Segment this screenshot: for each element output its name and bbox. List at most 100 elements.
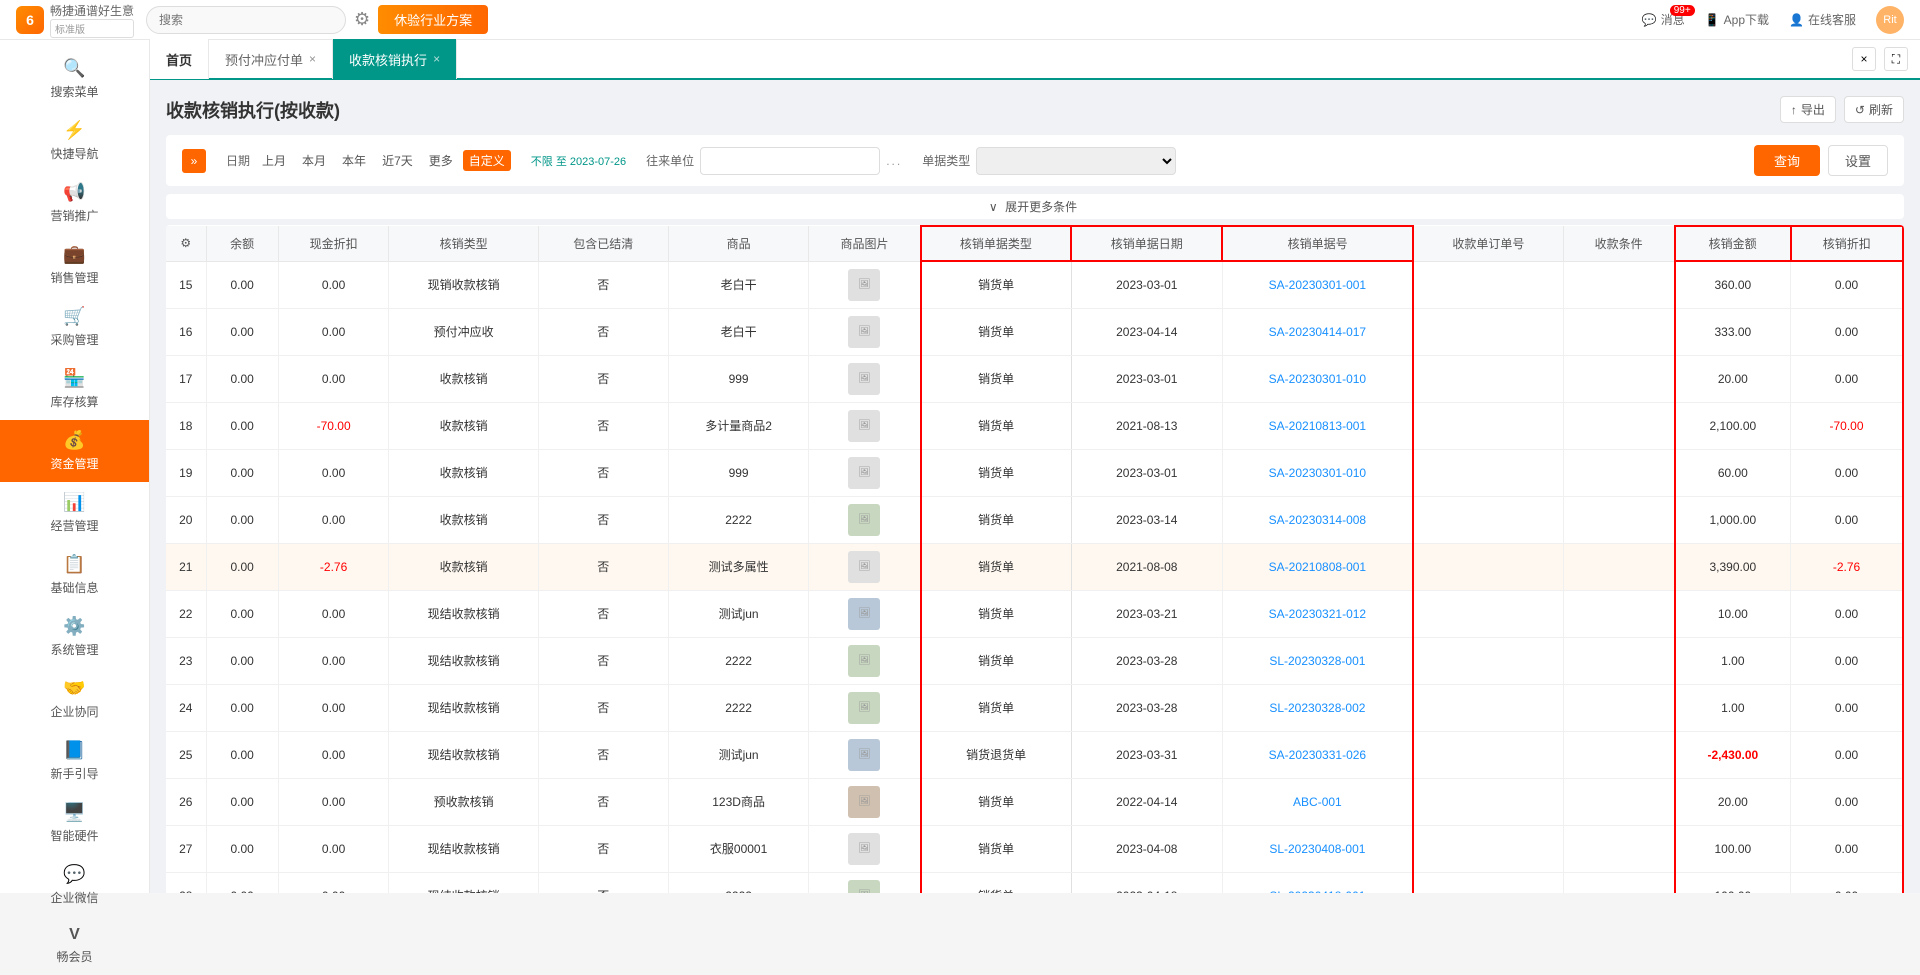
cell-cash-discount: 0.00 [278,261,389,308]
sidebar-item-enterprise[interactable]: 🤝 企业协同 [0,668,149,730]
tab-close-btn[interactable]: × [1852,47,1876,71]
tab-prepay[interactable]: 预付冲应付单 × [209,39,333,79]
tab-expand-btn[interactable]: ⛶ [1884,47,1908,71]
industry-btn[interactable]: 休验行业方案 [378,5,488,34]
top-bar-right: 💬 消息 99+ 📱 App下载 👤 在线客服 Rit [1642,6,1904,34]
cell-include-settled: 否 [538,261,668,308]
message-btn[interactable]: 💬 消息 99+ [1642,11,1685,28]
cell-receipt-order [1413,731,1563,778]
page-actions: ↑ 导出 ↺ 刷新 [1780,96,1904,123]
cell-cancel-bill-date: 2023-04-08 [1071,825,1222,872]
tab-receipt[interactable]: 收款核销执行 × [333,39,457,79]
bill-no-link[interactable]: SA-20230321-012 [1269,607,1366,621]
sidebar-item-operations[interactable]: 📊 经营管理 [0,482,149,544]
sidebar-item-wechat[interactable]: 💬 企业微信 [0,854,149,916]
hardware-icon: 🖥️ [63,802,85,823]
cell-include-settled: 否 [538,308,668,355]
bill-no-link[interactable]: SL-20230418-001 [1269,889,1365,894]
cell-idx: 23 [166,637,206,684]
sidebar-item-shortcuts[interactable]: ⚡ 快捷导航 [0,110,149,172]
cell-cancel-amount: 333.00 [1675,308,1791,355]
cell-receipt-cond [1563,590,1675,637]
sidebar-item-search[interactable]: 🔍 搜索菜单 [0,48,149,110]
vip-icon: V [69,926,80,944]
date-opt-this-month[interactable]: 本月 [296,150,332,171]
query-btn[interactable]: 查询 [1754,145,1820,176]
cell-cancel-type: 现结收款核销 [389,684,538,731]
top-search-input[interactable] [146,6,346,34]
sidebar-item-inventory[interactable]: 🏪 库存核算 [0,358,149,420]
bill-type-select[interactable] [976,147,1176,175]
date-opt-custom[interactable]: 自定义 [463,150,511,171]
refresh-btn[interactable]: ↺ 刷新 [1844,96,1904,123]
cell-receipt-order [1413,637,1563,684]
bill-no-link[interactable]: SA-20230314-008 [1269,513,1366,527]
export-btn[interactable]: ↑ 导出 [1780,96,1836,123]
bill-no-link[interactable]: SL-20230408-001 [1269,842,1365,856]
bill-no-link[interactable]: ABC-001 [1293,795,1342,809]
date-opt-7days[interactable]: 近7天 [376,150,419,171]
sidebar-item-purchase[interactable]: 🛒 采购管理 [0,296,149,358]
sidebar-item-finance[interactable]: 💰 资金管理 [0,420,149,482]
cell-cancel-type: 现结收款核销 [389,872,538,893]
cell-goods-img: 🖼 [809,731,921,778]
filter-dots: ... [886,154,902,168]
cell-cancel-discount: 0.00 [1791,637,1903,684]
cell-idx: 26 [166,778,206,825]
sidebar-item-hardware[interactable]: 🖥️ 智能硬件 [0,792,149,854]
cell-goods: 123D商品 [668,778,809,825]
sidebar-item-basic[interactable]: 📋 基础信息 [0,544,149,606]
sidebar-item-guide[interactable]: 📘 新手引导 [0,730,149,792]
cell-cancel-amount: 1,000.00 [1675,496,1791,543]
cell-idx: 21 [166,543,206,590]
expand-bar[interactable]: ∨ 展开更多条件 [166,194,1904,219]
tab-prepay-label: 预付冲应付单 [225,50,303,69]
bill-no-link[interactable]: SA-20230301-010 [1269,372,1366,386]
bill-no-link[interactable]: SA-20210813-001 [1269,419,1366,433]
cell-goods: 多计量商品2 [668,402,809,449]
cell-cancel-bill-type: 销货单 [921,684,1072,731]
sidebar-item-vip[interactable]: V 畅会员 [0,916,149,975]
bill-no-link[interactable]: SA-20230301-010 [1269,466,1366,480]
bill-no-link[interactable]: SA-20230301-001 [1269,278,1366,292]
date-opt-last-month[interactable]: 上月 [256,150,292,171]
settings-icon[interactable]: ⚙ [354,9,370,30]
cell-idx: 18 [166,402,206,449]
cell-cancel-bill-date: 2023-03-01 [1071,355,1222,402]
cell-cancel-discount: 0.00 [1791,449,1903,496]
app-download-btn[interactable]: 📱 App下载 [1705,11,1769,28]
source-unit-input[interactable] [700,147,880,175]
cell-cash-discount: 0.00 [278,449,389,496]
logo-icon: 6 [16,6,44,34]
cell-cancel-discount: 0.00 [1791,496,1903,543]
tab-prepay-close[interactable]: × [309,52,316,66]
sidebar-item-sales[interactable]: 💼 销售管理 [0,234,149,296]
sidebar-item-marketing[interactable]: 📢 营销推广 [0,172,149,234]
filter-toggle-btn[interactable]: » [182,149,206,173]
bill-no-link[interactable]: SL-20230328-002 [1269,701,1365,715]
export-icon: ↑ [1791,103,1797,117]
date-opt-this-year[interactable]: 本年 [336,150,372,171]
cell-cash-discount: 0.00 [278,684,389,731]
user-avatar[interactable]: Rit [1876,6,1904,34]
cell-cancel-bill-no: SL-20230418-001 [1222,872,1413,893]
online-service-btn[interactable]: 👤 在线客服 [1789,11,1856,28]
shortcuts-icon: ⚡ [63,120,85,141]
cell-cancel-bill-date: 2021-08-08 [1071,543,1222,590]
table-row: 25 0.00 0.00 现结收款核销 否 测试jun 🖼 销货退货单 2023… [166,731,1903,778]
cell-balance: 0.00 [206,590,278,637]
setting-btn[interactable]: 设置 [1828,145,1888,176]
cell-cash-discount: 0.00 [278,872,389,893]
cell-cancel-bill-date: 2023-03-28 [1071,637,1222,684]
date-opt-more[interactable]: 更多 [423,150,459,171]
cell-cancel-type: 收款核销 [389,402,538,449]
tab-receipt-close[interactable]: × [433,52,440,66]
table-row: 20 0.00 0.00 收款核销 否 2222 🖼 销货单 2023-03-1… [166,496,1903,543]
bill-no-link[interactable]: SA-20230414-017 [1269,325,1366,339]
bill-no-link[interactable]: SA-20210808-001 [1269,560,1366,574]
bill-no-link[interactable]: SA-20230331-026 [1269,748,1366,762]
sidebar-item-system[interactable]: ⚙️ 系统管理 [0,606,149,668]
cell-cancel-type: 收款核销 [389,496,538,543]
bill-no-link[interactable]: SL-20230328-001 [1269,654,1365,668]
tab-home[interactable]: 首页 [150,39,209,79]
